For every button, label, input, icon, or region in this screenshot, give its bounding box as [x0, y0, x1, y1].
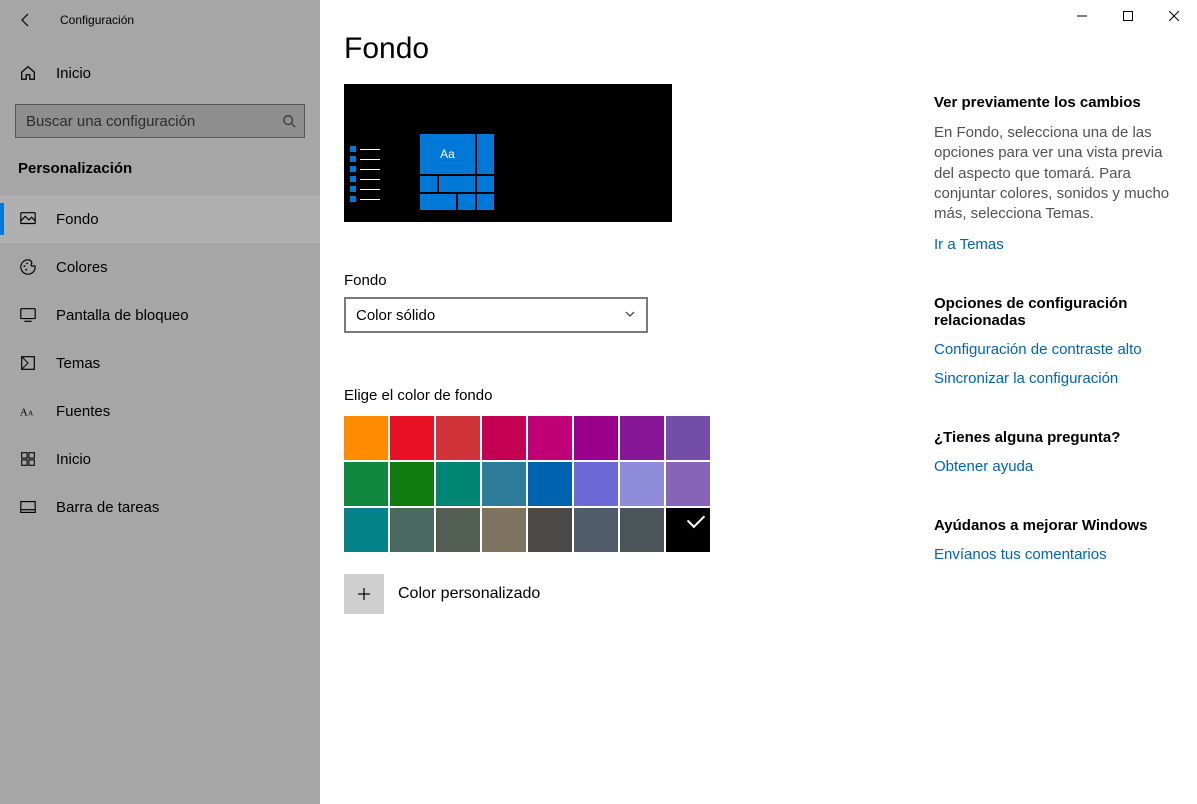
custom-color-label: Color personalizado — [398, 585, 540, 603]
color-swatch[interactable] — [482, 462, 526, 506]
color-swatch[interactable] — [666, 416, 710, 460]
background-dropdown[interactable]: Color sólido — [344, 297, 648, 333]
color-swatch[interactable] — [574, 416, 618, 460]
info-feedback-block: Ayúdanos a mejorar Windows Envíanos tus … — [934, 517, 1174, 563]
link-obtener-ayuda[interactable]: Obtener ayuda — [934, 458, 1174, 475]
plus-icon — [356, 586, 372, 602]
chevron-down-icon — [624, 307, 636, 324]
info-text: En Fondo, selecciona una de las opciones… — [934, 123, 1174, 224]
pick-color-label: Elige el color de fondo — [344, 387, 934, 404]
sidebar-item-inicio[interactable]: Inicio — [0, 435, 320, 483]
sidebar-item-label: Barra de tareas — [56, 499, 159, 516]
section-title: Personalización — [0, 146, 320, 195]
color-swatch[interactable] — [344, 508, 388, 552]
link-contraste-alto[interactable]: Configuración de contraste alto — [934, 341, 1174, 358]
color-swatch[interactable] — [390, 462, 434, 506]
color-swatch[interactable] — [344, 462, 388, 506]
colores-icon — [18, 257, 38, 277]
color-swatch[interactable] — [436, 508, 480, 552]
maximize-button[interactable] — [1105, 0, 1151, 32]
color-swatch[interactable] — [574, 462, 618, 506]
color-swatch[interactable] — [344, 416, 388, 460]
sidebar-item-label: Inicio — [56, 451, 91, 468]
color-swatch[interactable] — [528, 462, 572, 506]
color-swatch[interactable] — [390, 508, 434, 552]
info-related-block: Opciones de configuración relacionadas C… — [934, 295, 1174, 387]
minimize-button[interactable] — [1059, 0, 1105, 32]
sidebar-item-label: Colores — [56, 259, 108, 276]
color-swatch[interactable] — [482, 508, 526, 552]
color-swatch[interactable] — [666, 462, 710, 506]
sidebar-item-temas[interactable]: Temas — [0, 339, 320, 387]
content: Fondo Aa — [320, 0, 934, 804]
sidebar-home[interactable]: Inicio — [0, 50, 320, 96]
svg-text:A: A — [28, 410, 34, 418]
info-heading: ¿Tienes alguna pregunta? — [934, 429, 1174, 446]
window-title: Configuración — [60, 13, 134, 27]
color-swatch[interactable] — [620, 462, 664, 506]
color-swatch[interactable] — [574, 508, 618, 552]
sidebar: Configuración Inicio Personalización Fon… — [0, 0, 320, 804]
custom-color-row: Color personalizado — [344, 574, 934, 614]
custom-color-button[interactable] — [344, 574, 384, 614]
background-field-label: Fondo — [344, 272, 934, 289]
link-ir-a-temas[interactable]: Ir a Temas — [934, 236, 1174, 253]
main: Fondo Aa — [320, 0, 1197, 804]
sidebar-item-label: Fondo — [56, 211, 99, 228]
color-swatch[interactable] — [436, 416, 480, 460]
preview-taskbar — [350, 146, 380, 202]
close-button[interactable] — [1151, 0, 1197, 32]
fondo-icon — [18, 209, 38, 229]
search-input[interactable] — [16, 113, 274, 130]
info-heading: Ayúdanos a mejorar Windows — [934, 517, 1174, 534]
home-icon — [18, 63, 38, 83]
window-controls — [1059, 0, 1197, 32]
color-swatch-grid — [344, 416, 710, 552]
color-swatch[interactable] — [666, 508, 710, 552]
fuentes-icon: AA — [18, 401, 38, 421]
taskbar-icon — [18, 497, 38, 517]
sidebar-item-fuentes[interactable]: AA Fuentes — [0, 387, 320, 435]
color-swatch[interactable] — [390, 416, 434, 460]
background-preview: Aa — [344, 84, 672, 222]
inicio-icon — [18, 449, 38, 469]
sidebar-item-label: Temas — [56, 355, 100, 372]
sidebar-item-label: Fuentes — [56, 403, 110, 420]
temas-icon — [18, 353, 38, 373]
search-wrap — [0, 96, 320, 146]
info-pane: Ver previamente los cambios En Fondo, se… — [934, 0, 1197, 804]
home-label: Inicio — [56, 65, 91, 82]
back-button[interactable] — [16, 10, 36, 30]
page-title: Fondo — [344, 32, 934, 66]
color-swatch[interactable] — [528, 416, 572, 460]
sidebar-item-colores[interactable]: Colores — [0, 243, 320, 291]
color-swatch[interactable] — [528, 508, 572, 552]
search-icon — [274, 114, 304, 128]
info-help-block: ¿Tienes alguna pregunta? Obtener ayuda — [934, 429, 1174, 475]
sidebar-header: Configuración — [0, 0, 320, 40]
link-sincronizar[interactable]: Sincronizar la configuración — [934, 370, 1174, 387]
color-swatch[interactable] — [620, 508, 664, 552]
sidebar-item-label: Pantalla de bloqueo — [56, 307, 189, 324]
info-heading: Opciones de configuración relacionadas — [934, 295, 1174, 329]
nav-list: Fondo Colores Pantalla de bloqueo Temas AA Fu… — [0, 195, 320, 531]
link-comentarios[interactable]: Envíanos tus comentarios — [934, 546, 1174, 563]
sidebar-item-fondo[interactable]: Fondo — [0, 195, 320, 243]
preview-tiles: Aa — [420, 134, 494, 210]
color-swatch[interactable] — [620, 416, 664, 460]
svg-text:A: A — [20, 407, 28, 419]
sidebar-item-pantalla[interactable]: Pantalla de bloqueo — [0, 291, 320, 339]
info-heading: Ver previamente los cambios — [934, 94, 1174, 111]
pantalla-icon — [18, 305, 38, 325]
dropdown-value: Color sólido — [356, 307, 435, 324]
preview-tile-big: Aa — [420, 134, 475, 174]
color-swatch[interactable] — [436, 462, 480, 506]
sidebar-item-taskbar[interactable]: Barra de tareas — [0, 483, 320, 531]
color-swatch[interactable] — [482, 416, 526, 460]
search-box[interactable] — [15, 104, 305, 138]
info-preview-block: Ver previamente los cambios En Fondo, se… — [934, 94, 1174, 253]
